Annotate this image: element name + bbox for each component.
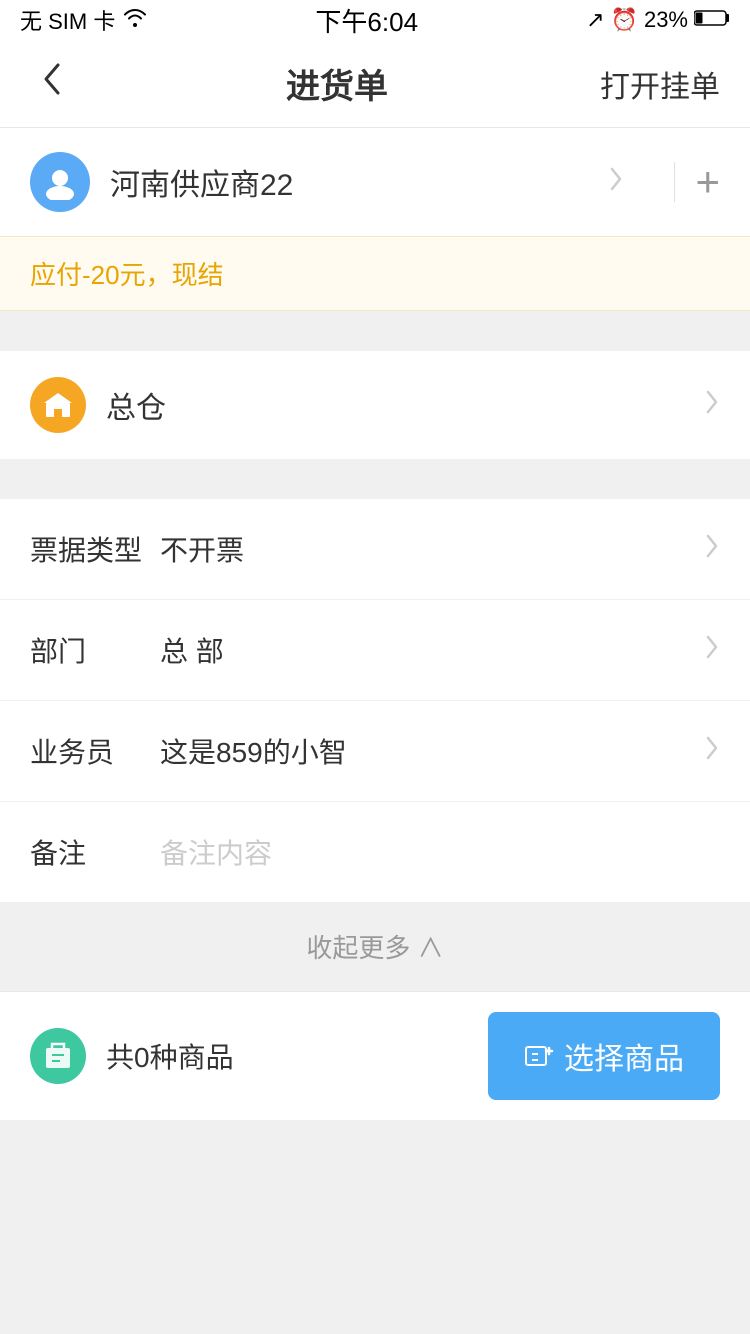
warehouse-name: 总仓 [106, 383, 704, 427]
battery-text: 23% [644, 7, 688, 33]
status-time: 下午6:04 [315, 2, 418, 39]
supplier-arrow-icon [608, 165, 624, 200]
battery-icon [694, 7, 730, 33]
warehouse-arrow-icon [704, 388, 720, 423]
supplier-section: 河南供应商22 + 应付-20元，现结 [0, 128, 750, 311]
gap2 [0, 459, 750, 479]
supplier-row[interactable]: 河南供应商22 + [0, 128, 750, 236]
warehouse-row[interactable]: 总仓 [0, 351, 750, 459]
product-icon [30, 1028, 86, 1084]
page-title: 进货单 [286, 59, 388, 108]
warehouse-icon [30, 377, 86, 433]
status-bar: 无 SIM 卡 下午6:04 ↗ ⏰ 23% [0, 0, 750, 40]
wifi-icon [123, 7, 147, 33]
remark-input[interactable]: 备注内容 [160, 832, 720, 872]
warehouse-section: 总仓 [0, 351, 750, 459]
sales-value: 这是859的小智 [160, 731, 704, 771]
invoice-label: 票据类型 [30, 529, 160, 569]
sales-row[interactable]: 业务员 这是859的小智 [0, 701, 750, 802]
notice-text: 应付-20元，现结 [30, 260, 224, 290]
gap1 [0, 311, 750, 331]
bottom-bar: 共0种商品 选择商品 [0, 991, 750, 1120]
supplier-name: 河南供应商22 [110, 160, 608, 204]
dept-label: 部门 [30, 630, 160, 670]
product-count: 共0种商品 [106, 1036, 488, 1076]
supplier-avatar [30, 152, 90, 212]
add-supplier-button[interactable]: + [695, 161, 720, 203]
invoice-arrow-icon [704, 532, 720, 567]
invoice-row[interactable]: 票据类型 不开票 [0, 499, 750, 600]
alarm-icon: ⏰ [611, 7, 638, 33]
notice-banner: 应付-20元，现结 [0, 236, 750, 311]
nav-bar: 进货单 打开挂单 [0, 40, 750, 128]
select-product-button[interactable]: 选择商品 [488, 1012, 720, 1100]
carrier-text: 无 SIM 卡 [20, 4, 115, 36]
form-section: 票据类型 不开票 部门 总 部 业务员 这是859的小智 [0, 499, 750, 902]
page-content: 河南供应商22 + 应付-20元，现结 总仓 [0, 128, 750, 1334]
open-pending-button[interactable]: 打开挂单 [600, 62, 720, 106]
divider [674, 162, 675, 202]
status-right: ↗ ⏰ 23% [586, 7, 730, 33]
back-button[interactable] [30, 49, 74, 118]
dept-row[interactable]: 部门 总 部 [0, 600, 750, 701]
collapse-button[interactable]: 收起更多 ∧ [0, 902, 750, 991]
sales-arrow-icon [704, 734, 720, 769]
dept-value: 总 部 [160, 630, 704, 670]
location-icon: ↗ [586, 7, 604, 33]
remark-row[interactable]: 备注 备注内容 [0, 802, 750, 902]
status-left: 无 SIM 卡 [20, 4, 147, 36]
sales-label: 业务员 [30, 731, 160, 771]
invoice-value: 不开票 [160, 529, 704, 569]
select-product-label: 选择商品 [564, 1034, 684, 1078]
dept-arrow-icon [704, 633, 720, 668]
remark-label: 备注 [30, 832, 160, 872]
